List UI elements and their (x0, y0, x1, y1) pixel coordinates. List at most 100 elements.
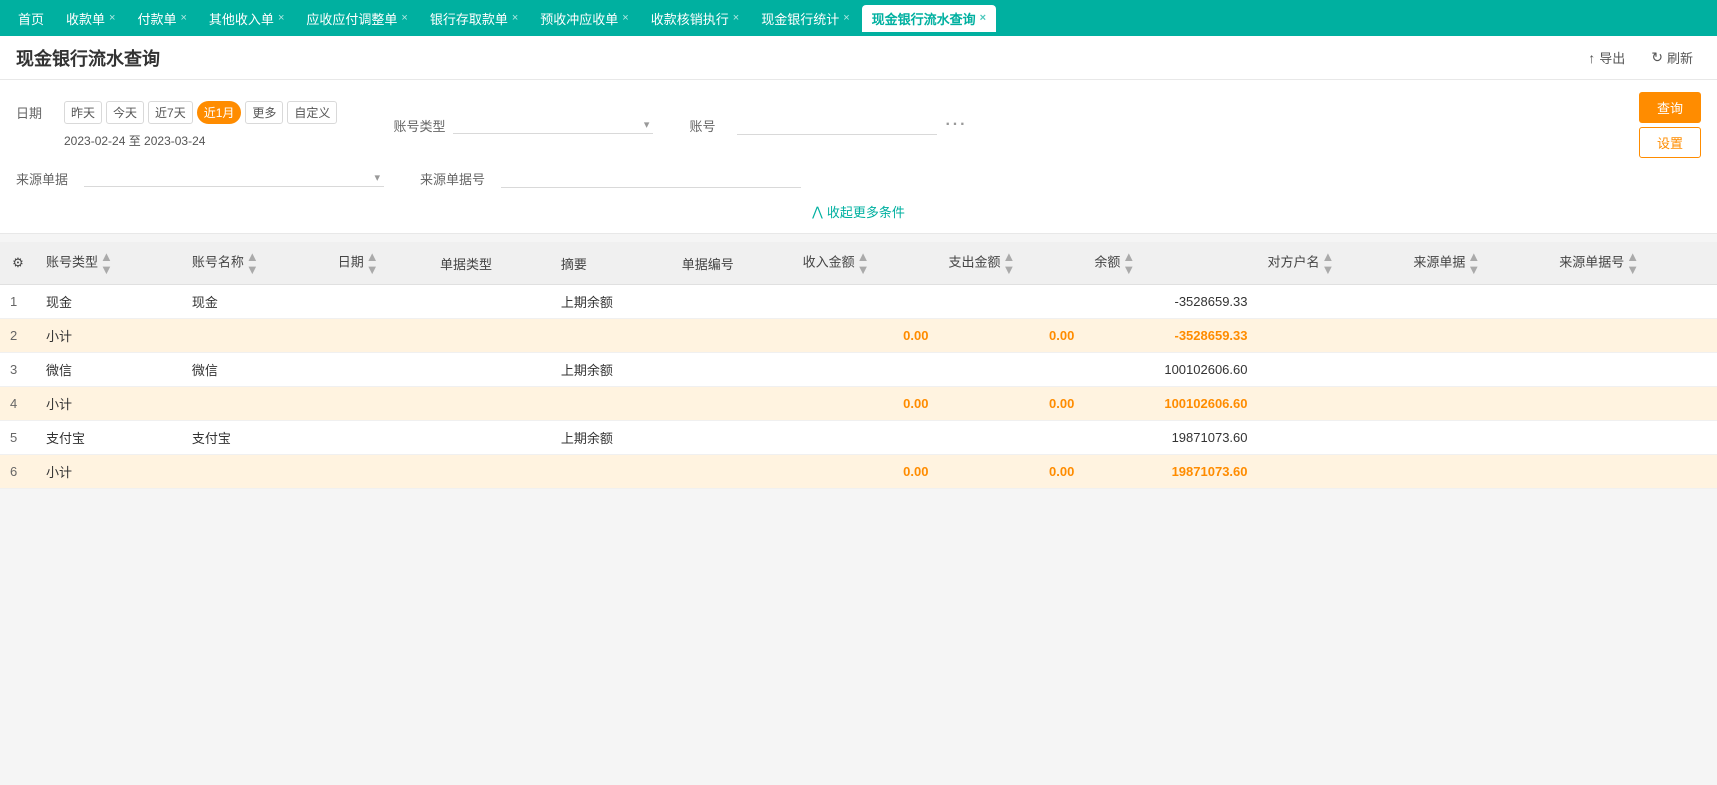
cell-summary: 上期余额 (551, 353, 672, 387)
nav-tab[interactable]: 收款核销执行 × (641, 5, 749, 32)
cell-source_doc (1403, 387, 1549, 421)
nav-tab-label: 应收应付调整单 (306, 9, 397, 28)
sort-icon: ▲▼ (100, 250, 113, 276)
cell-account_type: 支付宝 (36, 421, 182, 455)
sort-icon: ▲▼ (1002, 250, 1015, 276)
row-number: 3 (0, 353, 36, 387)
col-header-doc_no: 单据编号 (672, 242, 793, 285)
col-label: 日期 (338, 254, 364, 269)
cell-doc_no (672, 353, 793, 387)
source-doc-no-input[interactable] (501, 168, 801, 188)
nav-tab-close-icon[interactable]: × (733, 12, 739, 24)
cell-date (328, 285, 430, 319)
table-row: 1现金现金上期余额-3528659.33 (0, 285, 1717, 319)
query-button[interactable]: 查询 (1639, 92, 1701, 123)
cell-account_type: 小计 (36, 387, 182, 421)
date-buttons: 昨天今天近7天近1月更多自定义 (64, 101, 337, 124)
table-row: 3微信微信上期余额100102606.60 (0, 353, 1717, 387)
cell-account_name (182, 455, 328, 489)
cell-counterparty (1258, 285, 1404, 319)
account-type-select[interactable]: ▾ (453, 116, 653, 134)
date-range-display: 2023-02-24 至 2023-03-24 (64, 134, 205, 148)
nav-tab[interactable]: 银行存取款单 × (420, 5, 528, 32)
col-label: 账号名称 (192, 254, 244, 269)
table-body: 1现金现金上期余额-3528659.332小计0.000.00-3528659.… (0, 285, 1717, 489)
col-header-counterparty[interactable]: 对方户名▲▼ (1258, 242, 1404, 285)
cell-source_doc_no (1549, 285, 1717, 319)
date-filter-btn[interactable]: 近1月 (197, 101, 242, 124)
cell-source_doc_no (1549, 421, 1717, 455)
nav-tab[interactable]: 现金银行统计 × (751, 5, 859, 32)
cell-doc_type (430, 285, 551, 319)
nav-tab-close-icon[interactable]: × (180, 12, 186, 24)
col-label: 账号类型 (46, 254, 98, 269)
nav-tab-close-icon[interactable]: × (843, 12, 849, 24)
cell-source_doc (1403, 319, 1549, 353)
cell-balance: 19871073.60 (1084, 421, 1257, 455)
col-header-income[interactable]: 收入金额▲▼ (793, 242, 939, 285)
col-header-expense[interactable]: 支出金额▲▼ (938, 242, 1084, 285)
nav-home[interactable]: 首页 (8, 5, 54, 32)
nav-tab-label: 预收冲应收单 (540, 9, 618, 28)
table-container: ⚙账号类型▲▼账号名称▲▼日期▲▼单据类型摘要单据编号收入金额▲▼支出金额▲▼余… (0, 242, 1717, 489)
cell-income (793, 353, 939, 387)
nav-tabs: 收款单×付款单×其他收入单×应收应付调整单×银行存取款单×预收冲应收单×收款核销… (56, 5, 996, 32)
nav-tab-close-icon[interactable]: × (278, 12, 284, 24)
nav-tab[interactable]: 预收冲应收单 × (530, 5, 638, 32)
data-table: ⚙账号类型▲▼账号名称▲▼日期▲▼单据类型摘要单据编号收入金额▲▼支出金额▲▼余… (0, 242, 1717, 489)
row-number: 1 (0, 285, 36, 319)
cell-doc_type (430, 421, 551, 455)
date-filter-btn[interactable]: 自定义 (287, 101, 337, 124)
cell-source_doc (1403, 353, 1549, 387)
cell-date (328, 353, 430, 387)
date-filter-btn[interactable]: 今天 (106, 101, 144, 124)
nav-tab-close-icon[interactable]: × (109, 12, 115, 24)
nav-tab-label: 现金银行统计 (761, 9, 839, 28)
source-doc-select[interactable]: ▾ (84, 169, 384, 187)
date-filter-btn[interactable]: 近7天 (148, 101, 193, 124)
col-header-source_doc[interactable]: 来源单据▲▼ (1403, 242, 1549, 285)
cell-expense (938, 421, 1084, 455)
nav-tab[interactable]: 其他收入单× (199, 5, 294, 32)
nav-tab[interactable]: 应收应付调整单 × (296, 5, 417, 32)
nav-tab-close-icon[interactable]: × (401, 12, 407, 24)
nav-tab-label: 银行存取款单 (430, 9, 508, 28)
col-header-date[interactable]: 日期▲▼ (328, 242, 430, 285)
nav-tab-label: 付款单 (137, 9, 176, 28)
action-buttons: 查询 设置 (1639, 92, 1701, 158)
cell-doc_no (672, 285, 793, 319)
col-header-account_name[interactable]: 账号名称▲▼ (182, 242, 328, 285)
cell-counterparty (1258, 421, 1404, 455)
export-button[interactable]: ↑ 导出 (1580, 44, 1633, 71)
nav-tab[interactable]: 收款单× (56, 5, 125, 32)
cell-account_type: 微信 (36, 353, 182, 387)
col-header-source_doc_no[interactable]: 来源单据号▲▼ (1549, 242, 1717, 285)
date-filter-btn[interactable]: 更多 (245, 101, 283, 124)
col-label: 余额 (1094, 254, 1120, 269)
settings-button[interactable]: 设置 (1639, 127, 1701, 158)
cell-balance: -3528659.33 (1084, 285, 1257, 319)
date-filter-btn[interactable]: 昨天 (64, 101, 102, 124)
nav-tab[interactable]: 现金银行流水查询× (862, 5, 996, 32)
source-doc-no-label: 来源单据号 (420, 169, 485, 188)
nav-tab-label: 收款核销执行 (651, 9, 729, 28)
nav-tab-close-icon[interactable]: × (622, 12, 628, 24)
chevron-down-icon: ▾ (644, 118, 650, 131)
refresh-button[interactable]: ↻ 刷新 (1643, 44, 1701, 71)
collapse-button[interactable]: ⋀ 收起更多条件 (16, 198, 1701, 225)
nav-tab-close-icon[interactable]: × (512, 12, 518, 24)
cell-date (328, 387, 430, 421)
cell-income: 0.00 (793, 455, 939, 489)
cell-counterparty (1258, 319, 1404, 353)
cell-summary (551, 319, 672, 353)
col-header-account_type[interactable]: 账号类型▲▼ (36, 242, 182, 285)
filter-row-2: 来源单据 ▾ 来源单据号 (16, 168, 1701, 188)
date-label: 日期 (16, 103, 56, 122)
account-input[interactable] (737, 115, 937, 135)
col-header-balance[interactable]: 余额▲▼ (1084, 242, 1257, 285)
more-options-icon[interactable]: ··· (945, 116, 967, 134)
nav-tab-close-icon[interactable]: × (980, 12, 986, 24)
table-row: 6小计0.000.0019871073.60 (0, 455, 1717, 489)
cell-summary: 上期余额 (551, 421, 672, 455)
nav-tab[interactable]: 付款单 × (127, 5, 196, 32)
